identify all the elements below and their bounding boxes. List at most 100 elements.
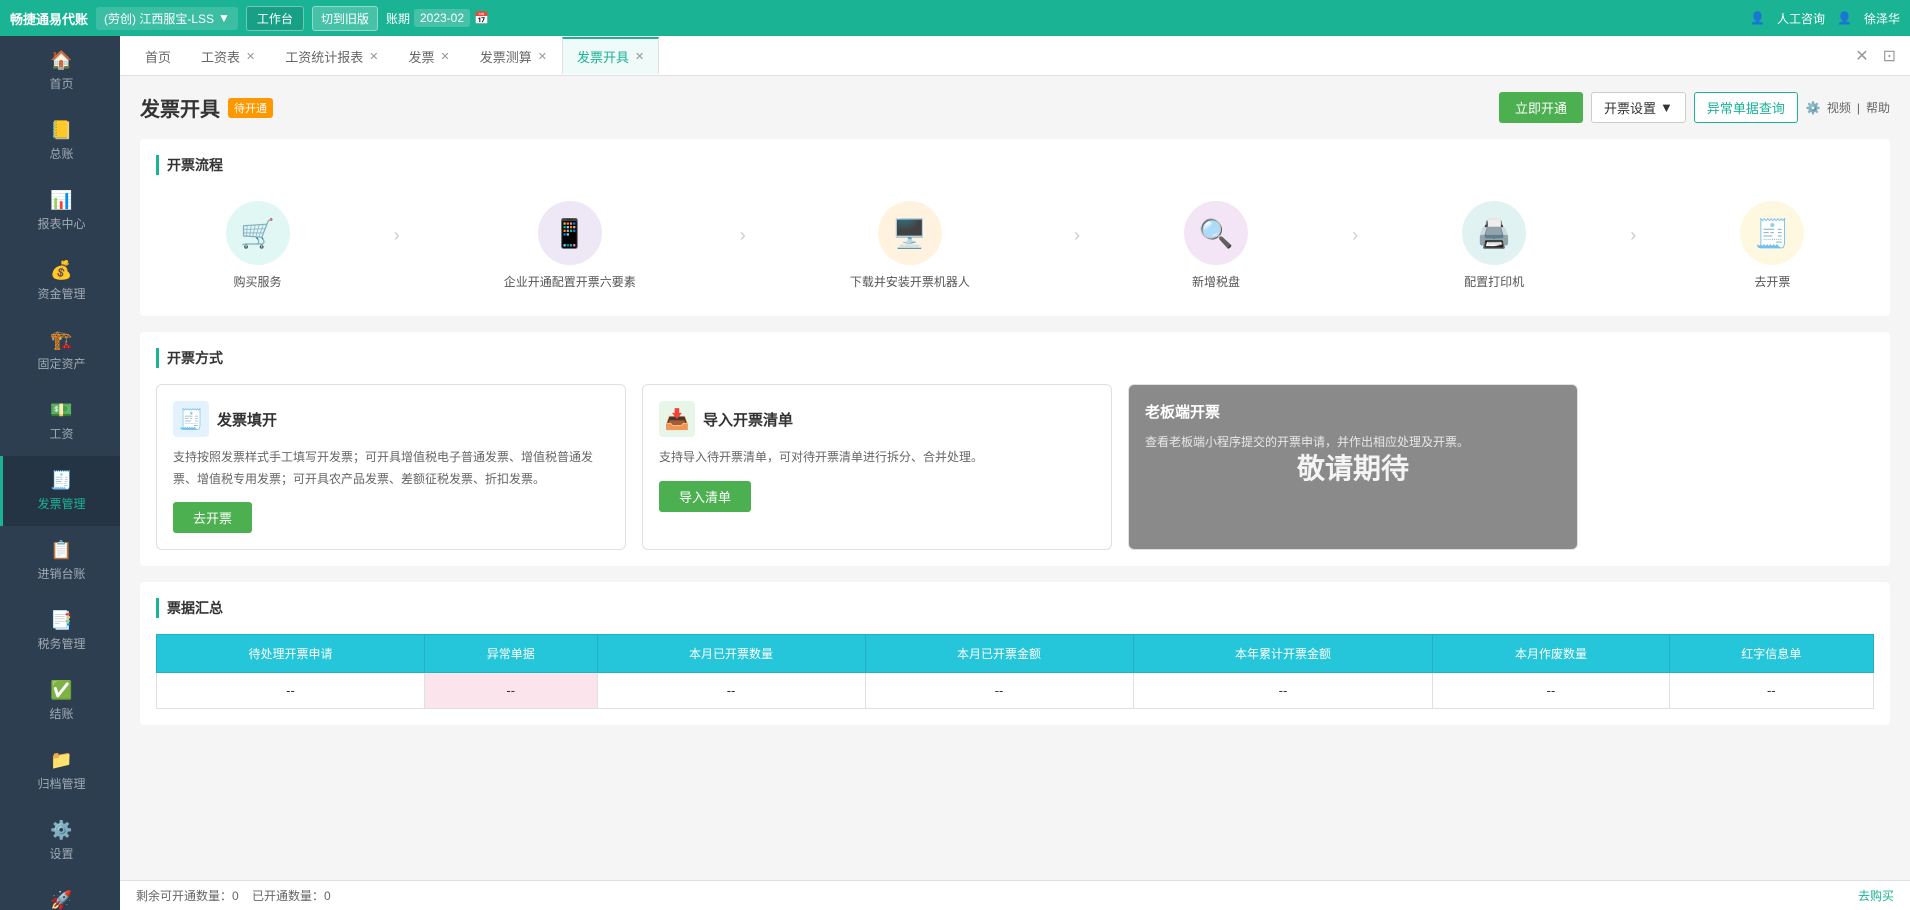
import-billing-card: 📥 导入开票清单 支持导入待开票清单，可对待开票清单进行拆分、合并处理。 导入清… [642, 384, 1112, 550]
tab-restore-icon[interactable]: ⊡ [1879, 44, 1900, 68]
tab-bar: 首页 工资表 ✕ 工资统计报表 ✕ 发票 ✕ 发票测算 ✕ 发票开具 ✕ [120, 36, 1910, 76]
sidebar-item-tax[interactable]: 📑 税务管理 [0, 596, 120, 666]
open-settings-button[interactable]: 开票设置 ▼ [1591, 92, 1686, 123]
help-label[interactable]: 帮助 [1866, 99, 1890, 116]
home-icon: 🏠 [50, 50, 72, 71]
sidebar-item-funds[interactable]: 💰 资金管理 [0, 246, 120, 316]
assets-icon: 🏗️ [50, 330, 72, 351]
flow-step-add-taxdisk[interactable]: 🔍 新增税盘 [1184, 201, 1248, 290]
manual-billing-desc: 支持按照发票样式手工填写开发票；可开具增值税电子普通发票、增值税普通发票、增值税… [173, 447, 609, 490]
manual-billing-title: 🧾 发票填开 [173, 401, 609, 437]
sidebar-item-home[interactable]: 🏠 首页 [0, 36, 120, 106]
tab-salary-stats[interactable]: 工资统计报表 ✕ [270, 38, 393, 74]
config-printer-circle: 🖨️ [1462, 201, 1526, 265]
settlement-icon: ✅ [50, 680, 72, 701]
config-printer-label: 配置打印机 [1464, 273, 1524, 290]
sidebar-item-ledger[interactable]: 📒 总账 [0, 106, 120, 176]
user-service-label[interactable]: 人工咨询 [1777, 10, 1825, 27]
sidebar: 🏠 首页 📒 总账 📊 报表中心 💰 资金管理 🏗️ 固定资产 💵 工资 🧾 发… [0, 36, 120, 910]
summary-title: 票据汇总 [156, 598, 1874, 618]
main-layout: 🏠 首页 📒 总账 📊 报表中心 💰 资金管理 🏗️ 固定资产 💵 工资 🧾 发… [0, 36, 1910, 910]
tab-home[interactable]: 首页 [130, 38, 186, 74]
config-enterprise-label: 企业开通配置开票六要素 [504, 273, 636, 290]
import-billing-btn[interactable]: 导入清单 [659, 481, 751, 512]
tab-invoice-close[interactable]: ✕ [441, 50, 450, 63]
top-bar: 畅捷通易代账 (劳创) 江西服宝-LSS ▼ 工作台 切到旧版 账期 2023-… [0, 0, 1910, 36]
manual-billing-btn[interactable]: 去开票 [173, 502, 252, 533]
val-abnormal: -- [425, 673, 598, 709]
flow-step-buy-service[interactable]: 🛒 购买服务 [226, 201, 290, 290]
val-month-amount: -- [865, 673, 1133, 709]
page-title: 发票开具 [140, 93, 220, 122]
username-label: 徐泽华 [1864, 10, 1900, 27]
open-settings-label: 开票设置 [1604, 98, 1656, 117]
customer-service-icon: 👤 [1750, 11, 1765, 25]
abnormal-query-button[interactable]: 异常单据查询 [1694, 92, 1798, 123]
calendar-icon[interactable]: 📅 [474, 11, 489, 25]
tab-invoice-calc-close[interactable]: ✕ [538, 50, 547, 63]
sidebar-item-purchase[interactable]: 📋 进销台账 [0, 526, 120, 596]
sidebar-label-payroll: 工资 [49, 425, 73, 442]
manual-billing-title-text: 发票填开 [217, 409, 277, 430]
sidebar-label-assets: 固定资产 [37, 355, 85, 372]
coming-soon-label: 敬请期待 [1297, 447, 1409, 487]
settings-dropdown-icon: ▼ [1660, 100, 1673, 115]
sidebar-item-reports[interactable]: 📊 报表中心 [0, 176, 120, 246]
workspace-button[interactable]: 工作台 [246, 6, 304, 31]
import-billing-icon: 📥 [659, 401, 695, 437]
col-year-amount: 本年累计开票金额 [1133, 635, 1433, 673]
company-selector[interactable]: (劳创) 江西服宝-LSS ▼ [96, 7, 238, 30]
sidebar-label-settings: 设置 [49, 845, 73, 862]
tab-close-all-icon[interactable]: ✕ [1851, 44, 1872, 68]
import-billing-title: 📥 导入开票清单 [659, 401, 1095, 437]
flow-step-config-printer[interactable]: 🖨️ 配置打印机 [1462, 201, 1526, 290]
period-label: 账期 [386, 10, 410, 27]
period-info: 账期 2023-02 📅 [386, 9, 489, 27]
summary-table-header-row: 待处理开票申请 异常单据 本月已开票数量 本月已开票金额 本年累计开票金额 本月… [157, 635, 1874, 673]
settings-icon: ⚙️ [50, 820, 72, 841]
tab-salary-table-close[interactable]: ✕ [246, 50, 255, 63]
sidebar-item-invoice[interactable]: 🧾 发票管理 [0, 456, 120, 526]
tab-invoice-label: 发票 [408, 47, 434, 66]
issue-invoice-label: 去开票 [1754, 273, 1790, 290]
arrow-1: › [394, 225, 400, 266]
immediate-open-button[interactable]: 立即开通 [1499, 92, 1583, 123]
sidebar-item-guide[interactable]: 🚀 新手引导 [0, 876, 120, 910]
tab-invoice[interactable]: 发票 ✕ [393, 38, 464, 74]
sidebar-label-tax: 税务管理 [37, 635, 85, 652]
sidebar-item-assets[interactable]: 🏗️ 固定资产 [0, 316, 120, 386]
config-enterprise-icon: 📱 [552, 217, 587, 250]
sidebar-label-funds: 资金管理 [37, 285, 85, 302]
separator: | [1857, 101, 1860, 115]
buy-service-label: 购买服务 [234, 273, 282, 290]
opened-label: 已开通数量：0 [252, 889, 331, 903]
invoice-icon: 🧾 [50, 470, 72, 491]
arrow-3: › [1074, 225, 1080, 266]
col-red-info: 红字信息单 [1669, 635, 1873, 673]
sidebar-item-payroll[interactable]: 💵 工资 [0, 386, 120, 456]
flow-step-config-enterprise[interactable]: 📱 企业开通配置开票六要素 [504, 201, 636, 290]
col-month-amount: 本月已开票金额 [865, 635, 1133, 673]
flow-step-download-robot[interactable]: 🖥️ 下载并安装开票机器人 [850, 201, 970, 290]
reports-icon: 📊 [50, 190, 72, 211]
sidebar-item-settings[interactable]: ⚙️ 设置 [0, 806, 120, 876]
col-abnormal: 异常单据 [425, 635, 598, 673]
tab-invoice-calc[interactable]: 发票测算 ✕ [465, 38, 562, 74]
buy-link[interactable]: 去购买 [1858, 887, 1894, 904]
arrow-5: › [1630, 225, 1636, 266]
add-taxdisk-circle: 🔍 [1184, 201, 1248, 265]
tab-invoice-tool-close[interactable]: ✕ [635, 50, 644, 63]
tab-salary-table[interactable]: 工资表 ✕ [186, 38, 270, 74]
tab-invoice-tool[interactable]: 发票开具 ✕ [562, 37, 659, 74]
sidebar-item-settlement[interactable]: ✅ 结账 [0, 666, 120, 736]
view-label[interactable]: 视频 [1827, 99, 1851, 116]
top-bar-left: 畅捷通易代账 (劳创) 江西服宝-LSS ▼ 工作台 切到旧版 账期 2023-… [10, 6, 489, 31]
billing-method-title: 开票方式 [156, 348, 1874, 368]
sidebar-item-archive[interactable]: 📁 归档管理 [0, 736, 120, 806]
buy-service-icon: 🛒 [240, 217, 275, 250]
switch-version-button[interactable]: 切到旧版 [312, 6, 378, 31]
flow-step-issue-invoice[interactable]: 🧾 去开票 [1740, 201, 1804, 290]
arrow-4: › [1352, 225, 1358, 266]
tab-salary-stats-close[interactable]: ✕ [369, 50, 378, 63]
dropdown-arrow-icon: ▼ [218, 11, 230, 25]
